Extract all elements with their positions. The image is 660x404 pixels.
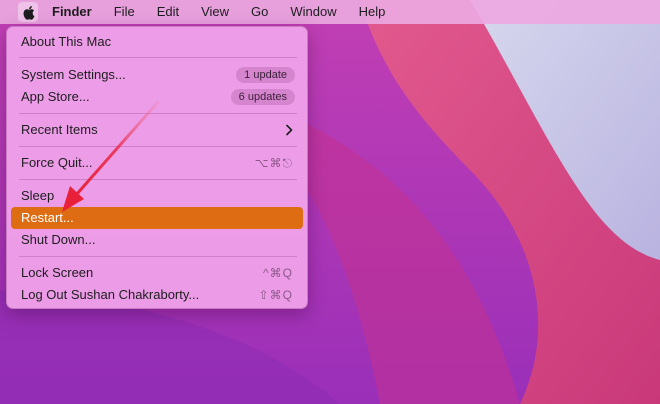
menu-separator: [19, 113, 297, 114]
update-badge: 1 update: [236, 67, 295, 83]
menu-item-shut-down[interactable]: Shut Down...: [11, 229, 303, 251]
menubar-finder[interactable]: Finder: [48, 0, 103, 24]
menu-item-label: Log Out Sushan Chakraborty...: [21, 287, 200, 302]
keyboard-shortcut: ⌥⌘⎋: [254, 156, 293, 170]
menu-item-label: System Settings...: [21, 67, 126, 82]
menu-item-label: Shut Down...: [21, 232, 96, 247]
menu-item-label: App Store...: [21, 89, 90, 104]
apple-menu-button[interactable]: [18, 2, 38, 22]
menubar-window[interactable]: Window: [279, 0, 347, 24]
menu-item-sleep[interactable]: Sleep: [11, 185, 303, 207]
apple-logo-icon: [23, 5, 34, 20]
menu-item-label: Sleep: [21, 188, 55, 203]
menu-item-label: Recent Items: [21, 122, 98, 137]
menu-item-force-quit[interactable]: Force Quit... ⌥⌘⎋: [11, 152, 303, 174]
keyboard-shortcut: ^⌘Q: [263, 266, 293, 280]
menu-item-log-out[interactable]: Log Out Sushan Chakraborty... ⇧⌘Q: [11, 284, 303, 306]
menu-item-label: Lock Screen: [21, 265, 94, 280]
chevron-right-icon: [286, 124, 293, 136]
menu-item-label: Force Quit...: [21, 155, 93, 170]
menu-bar: Finder File Edit View Go Window Help: [0, 0, 660, 24]
menubar-file[interactable]: File: [103, 0, 146, 24]
menu-item-lock-screen[interactable]: Lock Screen ^⌘Q: [11, 262, 303, 284]
menu-item-app-store[interactable]: App Store... 6 updates: [11, 86, 303, 108]
menu-item-label: Restart...: [21, 210, 74, 225]
menu-item-restart[interactable]: Restart...: [11, 207, 303, 229]
menu-separator: [19, 57, 297, 58]
menu-separator: [19, 179, 297, 180]
menubar-edit[interactable]: Edit: [146, 0, 190, 24]
update-badge: 6 updates: [230, 89, 295, 105]
menu-item-about-this-mac[interactable]: About This Mac: [11, 31, 303, 53]
menubar-go[interactable]: Go: [240, 0, 279, 24]
desktop: Finder File Edit View Go Window Help Abo…: [0, 0, 660, 404]
apple-menu-dropdown: About This Mac System Settings... 1 upda…: [6, 26, 308, 309]
menu-item-label: About This Mac: [21, 34, 112, 49]
menubar-help[interactable]: Help: [348, 0, 397, 24]
keyboard-shortcut: ⇧⌘Q: [258, 288, 293, 302]
menu-separator: [19, 146, 297, 147]
menubar-view[interactable]: View: [190, 0, 240, 24]
menu-separator: [19, 256, 297, 257]
menu-item-recent-items[interactable]: Recent Items: [11, 119, 303, 141]
menu-item-system-settings[interactable]: System Settings... 1 update: [11, 64, 303, 86]
